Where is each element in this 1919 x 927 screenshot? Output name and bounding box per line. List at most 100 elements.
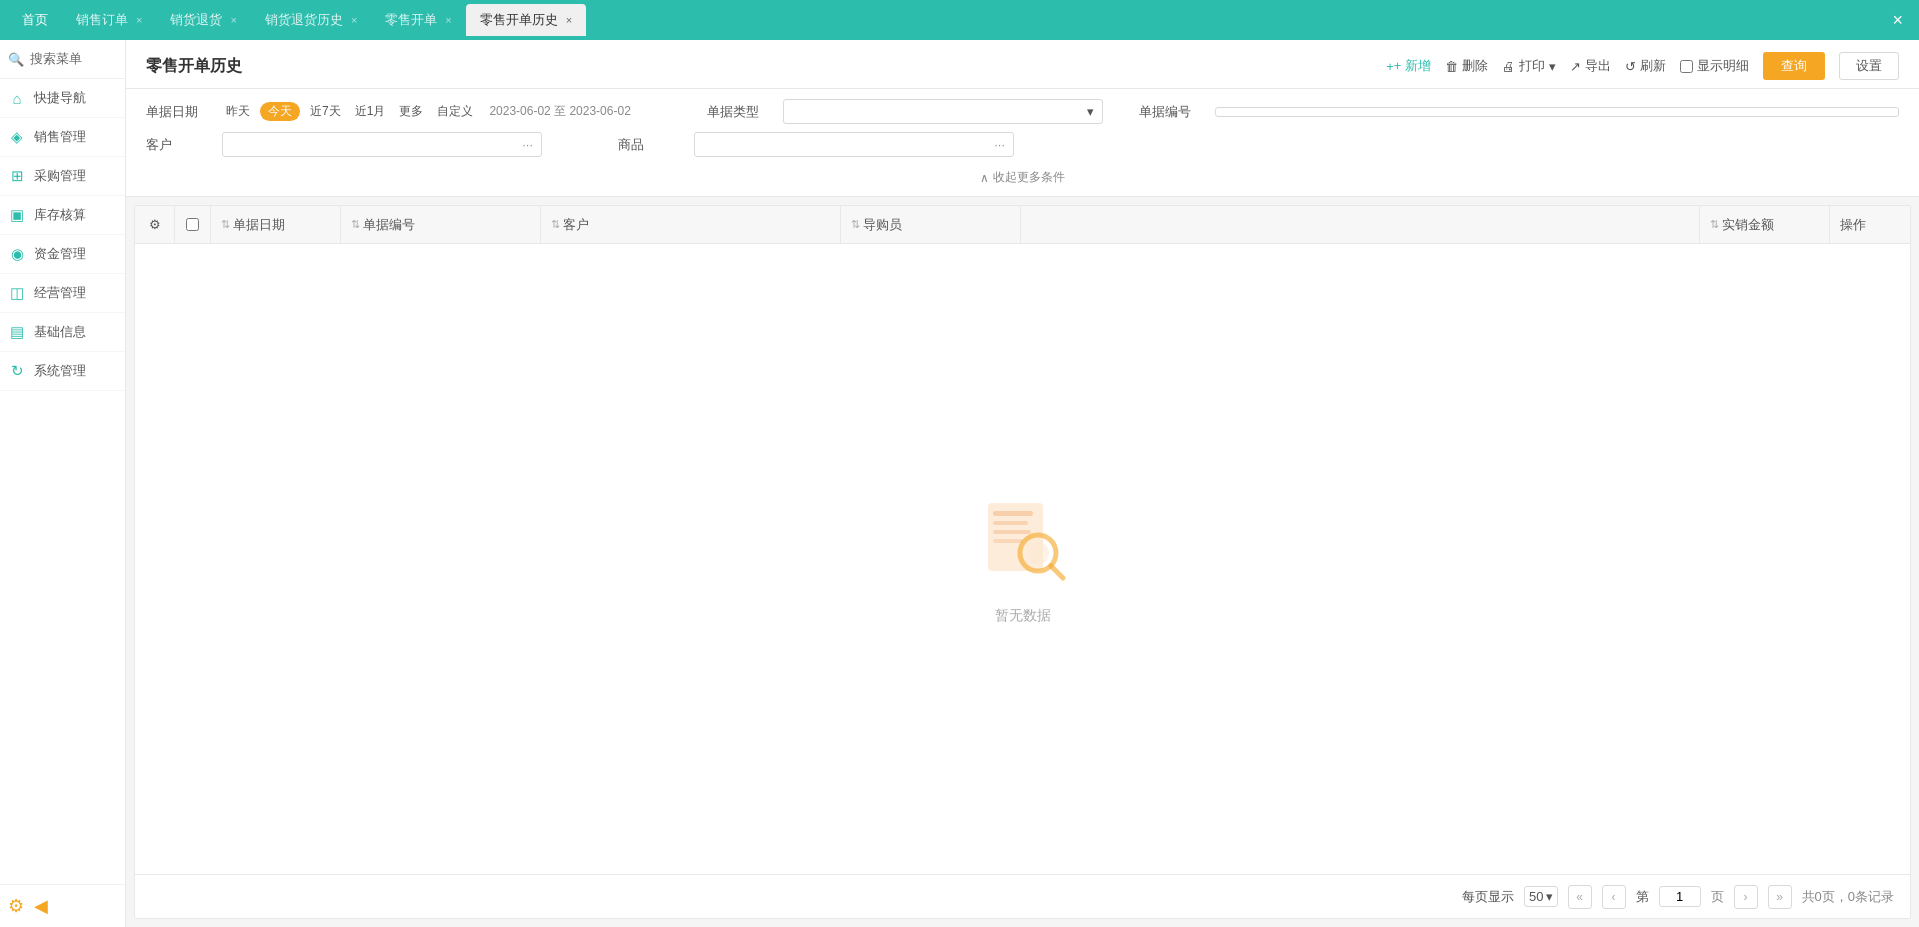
- th-action: 操作: [1830, 206, 1910, 243]
- query-button[interactable]: 查询: [1763, 52, 1825, 80]
- date-more[interactable]: 更多: [395, 102, 427, 121]
- page-size-dropdown-icon: ▾: [1546, 889, 1553, 904]
- client-filter-label: 客户: [146, 136, 206, 154]
- pagination-bar: 每页显示 50 ▾ « ‹ 第 页 › »: [135, 874, 1910, 918]
- header-actions: + + 新增 🗑 删除 🖨 打印 ▾ ↗ 导出 ↺: [1386, 52, 1899, 80]
- tab-sales-return[interactable]: 销货退货 ×: [156, 4, 250, 36]
- show-detail-checkbox-label[interactable]: 显示明细: [1680, 57, 1749, 75]
- settings-col-icon: ⚙: [149, 217, 161, 232]
- sidebar-item-quick-nav[interactable]: ⌂ 快捷导航: [0, 79, 125, 118]
- search-icon: 🔍: [8, 52, 24, 67]
- page-input[interactable]: [1659, 886, 1701, 907]
- sort-icon-client[interactable]: ⇅: [551, 218, 560, 231]
- sort-icon-amount[interactable]: ⇅: [1710, 218, 1719, 231]
- delete-icon: 🗑: [1445, 59, 1458, 74]
- sort-icon-date[interactable]: ⇅: [221, 218, 230, 231]
- date-custom[interactable]: 自定义: [433, 102, 477, 121]
- sidebar: 🔍 搜索菜单 ⌂ 快捷导航 ◈ 销售管理 ⊞ 采购管理 ▣ 库存核算 ◉ 资金管…: [0, 40, 126, 927]
- th-client: ⇅ 客户: [541, 206, 841, 243]
- svg-point-6: [1027, 542, 1049, 564]
- sidebar-collapse-button[interactable]: ◀: [34, 895, 48, 917]
- th-amount: ⇅ 实销金额: [1700, 206, 1830, 243]
- tab-retail-open-history-close[interactable]: ×: [566, 14, 572, 26]
- settings-button[interactable]: 设置: [1839, 52, 1899, 80]
- doc-type-select[interactable]: ▾: [783, 99, 1103, 124]
- sort-icon-guide[interactable]: ⇅: [851, 218, 860, 231]
- date-yesterday[interactable]: 昨天: [222, 102, 254, 121]
- select-all-checkbox[interactable]: [186, 218, 199, 231]
- tab-home[interactable]: 首页: [8, 4, 62, 36]
- topbar-right: ×: [1884, 10, 1911, 31]
- tab-sales-return-history-close[interactable]: ×: [351, 14, 357, 26]
- client-input[interactable]: ···: [222, 132, 542, 157]
- sidebar-item-sys-mgmt[interactable]: ↻ 系统管理: [0, 352, 125, 391]
- goods-ellipsis[interactable]: ···: [994, 137, 1005, 152]
- date-range-display: 2023-06-02 至 2023-06-02: [489, 103, 630, 120]
- sidebar-bottom: ⚙ ◀: [0, 884, 125, 927]
- svg-line-7: [1051, 566, 1063, 578]
- sidebar-item-inventory[interactable]: ▣ 库存核算: [0, 196, 125, 235]
- tab-retail-open-history[interactable]: 零售开单历史 ×: [466, 4, 586, 36]
- sidebar-item-basic-info[interactable]: ▤ 基础信息: [0, 313, 125, 352]
- th-guide: ⇅ 导购员: [841, 206, 1021, 243]
- tab-retail-open[interactable]: 零售开单 ×: [371, 4, 465, 36]
- table-header: ⚙ ⇅ 单据日期 ⇅ 单据编号 ⇅ 客户 ⇅: [135, 206, 1910, 244]
- svg-rect-2: [993, 521, 1028, 525]
- table-area: ⚙ ⇅ 单据日期 ⇅ 单据编号 ⇅ 客户 ⇅: [134, 205, 1911, 919]
- sidebar-item-sales-mgmt[interactable]: ◈ 销售管理: [0, 118, 125, 157]
- doc-no-input[interactable]: [1215, 107, 1899, 117]
- export-button[interactable]: ↗ 导出: [1570, 57, 1611, 75]
- goods-input[interactable]: ···: [694, 132, 1014, 157]
- collapse-button[interactable]: ∧ 收起更多条件: [980, 169, 1065, 186]
- export-icon: ↗: [1570, 59, 1581, 74]
- page-word: 第: [1636, 888, 1649, 906]
- date-today[interactable]: 今天: [260, 102, 300, 121]
- svg-rect-4: [993, 539, 1023, 543]
- client-ellipsis[interactable]: ···: [522, 137, 533, 152]
- tab-sales-return-history[interactable]: 销货退货历史 ×: [251, 4, 371, 36]
- doc-no-label: 单据编号: [1139, 103, 1199, 121]
- empty-text: 暂无数据: [995, 607, 1051, 625]
- date-filter-label: 单据日期: [146, 103, 206, 121]
- sales-icon: ◈: [8, 128, 26, 146]
- page-size-label: 每页显示: [1462, 888, 1514, 906]
- sidebar-item-finance[interactable]: ◉ 资金管理: [0, 235, 125, 274]
- th-settings[interactable]: ⚙: [135, 206, 175, 243]
- date-7days[interactable]: 近7天: [306, 102, 345, 121]
- sidebar-settings-button[interactable]: ⚙: [8, 895, 24, 917]
- print-icon: 🖨: [1502, 59, 1515, 74]
- first-page-button[interactable]: «: [1568, 885, 1592, 909]
- purchase-icon: ⊞: [8, 167, 26, 185]
- tab-sales-return-close[interactable]: ×: [230, 14, 236, 26]
- page-size-select[interactable]: 50 ▾: [1524, 886, 1557, 907]
- plus-icon: +: [1386, 59, 1394, 74]
- date-1month[interactable]: 近1月: [351, 102, 390, 121]
- sidebar-item-purchase-mgmt[interactable]: ⊞ 采购管理: [0, 157, 125, 196]
- last-page-button[interactable]: »: [1768, 885, 1792, 909]
- prev-page-button[interactable]: ‹: [1602, 885, 1626, 909]
- next-page-button[interactable]: ›: [1734, 885, 1758, 909]
- print-button[interactable]: 🖨 打印 ▾: [1502, 57, 1556, 75]
- collapse-row: ∧ 收起更多条件: [146, 165, 1899, 186]
- goods-filter-label: 商品: [618, 136, 678, 154]
- filter-row-1: 单据日期 昨天 今天 近7天 近1月 更多 自定义 2023-06-02 至 2…: [146, 99, 1899, 124]
- page-text: 页: [1711, 888, 1724, 906]
- delete-button[interactable]: 🗑 删除: [1445, 57, 1488, 75]
- tab-bar: 首页 销售订单 × 销货退货 × 销货退货历史 × 零售开单 × 零售开单历史 …: [0, 0, 1919, 40]
- tab-sales-order-close[interactable]: ×: [136, 14, 142, 26]
- basic-info-icon: ▤: [8, 323, 26, 341]
- th-number: ⇅ 单据编号: [341, 206, 541, 243]
- tab-retail-open-close[interactable]: ×: [445, 14, 451, 26]
- sidebar-search[interactable]: 🔍 搜索菜单: [0, 40, 125, 79]
- show-detail-checkbox[interactable]: [1680, 60, 1693, 73]
- th-checkbox[interactable]: [175, 206, 211, 243]
- chevron-down-icon: ▾: [1087, 104, 1094, 119]
- sort-icon-number[interactable]: ⇅: [351, 218, 360, 231]
- tab-sales-order[interactable]: 销售订单 ×: [62, 4, 156, 36]
- window-close-button[interactable]: ×: [1884, 10, 1911, 31]
- refresh-button[interactable]: ↺ 刷新: [1625, 57, 1666, 75]
- new-button[interactable]: + + 新增: [1386, 57, 1431, 75]
- page-title: 零售开单历史: [146, 56, 242, 77]
- svg-rect-1: [993, 511, 1033, 516]
- sidebar-item-operations[interactable]: ◫ 经营管理: [0, 274, 125, 313]
